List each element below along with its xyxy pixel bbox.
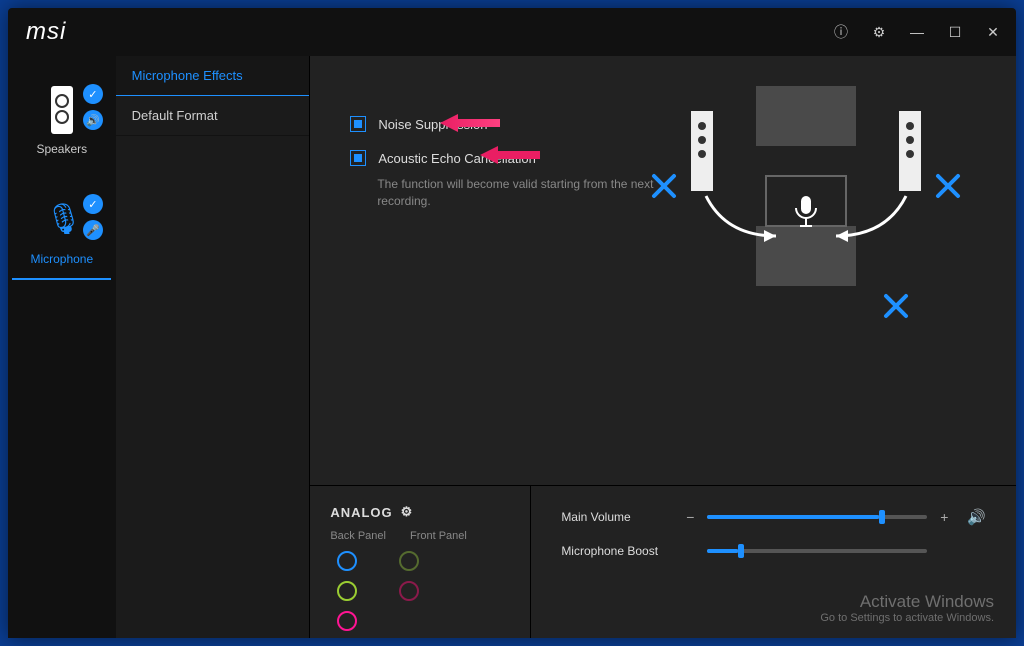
nav-microphone-effects[interactable]: Microphone Effects bbox=[116, 56, 310, 96]
audio-jack[interactable] bbox=[337, 551, 357, 571]
audio-jack[interactable] bbox=[337, 581, 357, 601]
device-speakers[interactable]: ✓ 🔊 Speakers bbox=[36, 86, 87, 156]
device-microphone[interactable]: 🎙 ✓ 🎤 Microphone bbox=[30, 196, 93, 266]
analog-title: ANALOG bbox=[330, 505, 392, 520]
effects-content: Noise Suppression Acoustic Echo Cancella… bbox=[310, 56, 1016, 485]
volume-increase-button[interactable]: + bbox=[935, 509, 953, 525]
bottom-panel: ANALOG ⚙ Back Panel Front Panel bbox=[310, 485, 1016, 638]
echo-note: The function will become valid starting … bbox=[377, 176, 677, 210]
device-sidebar: ✓ 🔊 Speakers 🎙 ✓ 🎤 Microphone bbox=[8, 56, 116, 638]
maximize-button[interactable]: ☐ bbox=[936, 16, 974, 48]
microphone-icon: 🎙 ✓ 🎤 bbox=[45, 196, 79, 244]
gear-icon[interactable]: ⚙ bbox=[860, 16, 898, 48]
mic-boost-label: Microphone Boost bbox=[561, 544, 681, 558]
main-volume-label: Main Volume bbox=[561, 510, 681, 524]
app-window: msi ⓘ ⚙ ― ☐ ✕ ✓ 🔊 Speakers 🎙 bbox=[8, 8, 1016, 638]
analog-panel: ANALOG ⚙ Back Panel Front Panel bbox=[310, 486, 531, 638]
brand-logo: msi bbox=[26, 18, 66, 46]
minimize-button[interactable]: ― bbox=[898, 16, 936, 48]
close-button[interactable]: ✕ bbox=[974, 16, 1012, 48]
volume-decrease-button[interactable]: − bbox=[681, 509, 699, 525]
check-badge-icon: ✓ bbox=[83, 84, 103, 104]
title-bar: msi ⓘ ⚙ ― ☐ ✕ bbox=[8, 8, 1016, 56]
jack-grid bbox=[330, 548, 510, 634]
volume-icon[interactable]: 🔊 bbox=[967, 508, 986, 526]
info-icon[interactable]: ⓘ bbox=[822, 16, 860, 48]
speaker-icon: ✓ 🔊 bbox=[45, 86, 79, 134]
mic-boost-slider[interactable] bbox=[707, 549, 927, 553]
back-panel-label: Back Panel bbox=[330, 530, 386, 542]
main-panel: Noise Suppression Acoustic Echo Cancella… bbox=[310, 56, 1016, 638]
checkbox-label: Acoustic Echo Cancellation bbox=[378, 151, 536, 166]
checkbox-icon bbox=[350, 150, 366, 166]
front-panel-label: Front Panel bbox=[410, 530, 467, 542]
settings-nav: Microphone Effects Default Format bbox=[116, 56, 311, 638]
main-volume-slider[interactable] bbox=[707, 515, 927, 519]
audio-jack[interactable] bbox=[399, 581, 419, 601]
audio-jack[interactable] bbox=[399, 551, 419, 571]
checkbox-label: Noise Suppression bbox=[378, 117, 487, 132]
echo-diagram bbox=[636, 76, 976, 356]
checkbox-icon bbox=[350, 116, 366, 132]
device-label: Microphone bbox=[30, 252, 93, 266]
audio-jack[interactable] bbox=[337, 611, 357, 631]
check-badge-icon: ✓ bbox=[83, 194, 103, 214]
device-label: Speakers bbox=[36, 142, 87, 156]
activate-windows-watermark: Activate Windows Go to Settings to activ… bbox=[820, 592, 994, 624]
volume-sliders: Main Volume − + 🔊 Microphone Boost bbox=[531, 486, 1016, 638]
gear-icon[interactable]: ⚙ bbox=[401, 504, 414, 520]
device-badge-icon: 🔊 bbox=[83, 110, 103, 130]
nav-default-format[interactable]: Default Format bbox=[116, 96, 310, 136]
device-badge-icon: 🎤 bbox=[83, 220, 103, 240]
